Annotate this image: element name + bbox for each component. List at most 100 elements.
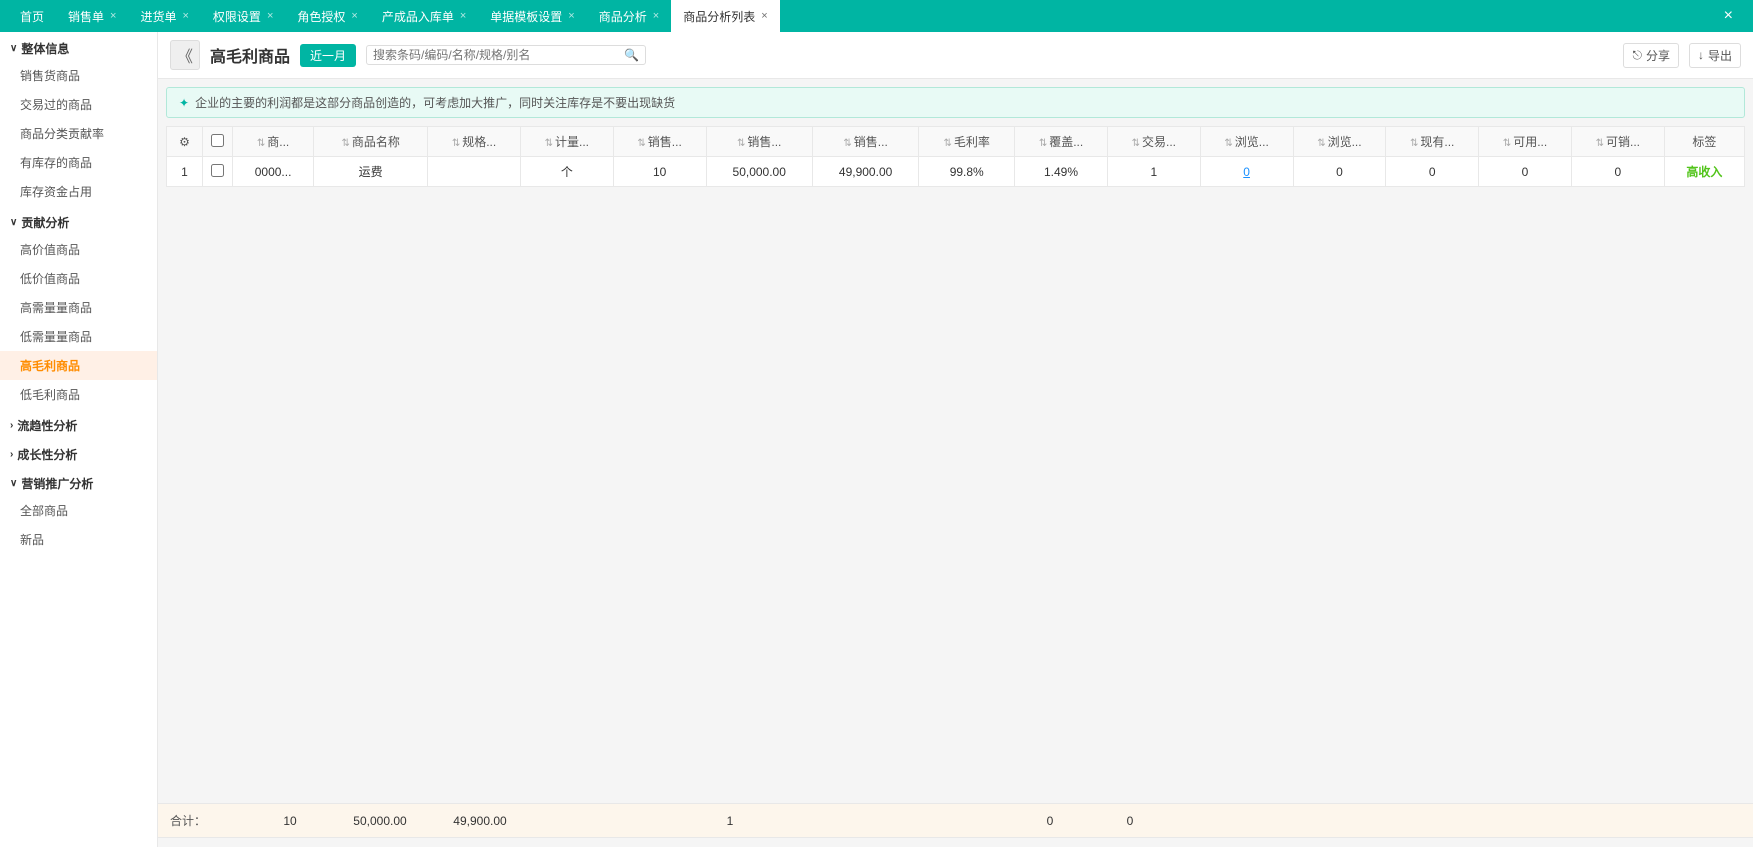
header-actions: ⎋ 分享 ↓ 导出 (1623, 43, 1741, 68)
search-icon[interactable]: 🔍 (624, 48, 639, 62)
sidebar-item-stocked-goods[interactable]: 有库存的商品 (0, 148, 157, 177)
footer-spacer1 (530, 814, 610, 828)
col-browse1[interactable]: ⇅浏览... (1200, 127, 1293, 157)
sidebar-group-marketing-analysis[interactable]: ∨ 营销推广分析 (0, 467, 157, 496)
cell-coverage: 1.49% (1015, 157, 1108, 187)
sidebar-item-high-demand[interactable]: 高需量量商品 (0, 293, 157, 322)
sidebar-item-low-value[interactable]: 低价值商品 (0, 264, 157, 293)
cell-browse1[interactable]: 0 (1200, 157, 1293, 187)
col-current[interactable]: ⇅现有... (1386, 127, 1479, 157)
col-unit[interactable]: ⇅计量... (520, 127, 613, 157)
col-sales-amount[interactable]: ⇅销售... (706, 127, 812, 157)
row-checkbox[interactable] (211, 164, 224, 177)
col-coverage[interactable]: ⇅覆盖... (1015, 127, 1108, 157)
sidebar-group-growth-analysis[interactable]: › 成长性分析 (0, 438, 157, 467)
close-product-import-icon[interactable]: × (460, 10, 466, 22)
search-input[interactable] (373, 48, 624, 62)
arrow-flow-icon: › (10, 420, 13, 431)
cell-name: 运费 (314, 157, 428, 187)
cell-sales-qty: 10 (613, 157, 706, 187)
date-filter-button[interactable]: 近一月 (300, 44, 356, 67)
nav-role-permission[interactable]: 角色授权 × (285, 0, 369, 32)
cell-sales-amount: 50,000.00 (706, 157, 812, 187)
col-checkbox[interactable] (203, 127, 233, 157)
nav-home[interactable]: 首页 (8, 0, 56, 32)
cell-transaction: 1 (1107, 157, 1200, 187)
col-saleable[interactable]: ⇅可销... (1571, 127, 1664, 157)
cell-index: 1 (167, 157, 203, 187)
col-gross-rate[interactable]: ⇅毛利率 (919, 127, 1015, 157)
arrow-growth-icon: › (10, 449, 13, 460)
footer-saleable: 0 (1090, 814, 1170, 828)
sidebar-item-stock-capital[interactable]: 库存资金占用 (0, 177, 157, 206)
sidebar-item-new-goods[interactable]: 新品 (0, 525, 157, 554)
share-icon: ⎋ (1632, 48, 1642, 63)
share-button[interactable]: ⎋ 分享 (1623, 43, 1679, 68)
footer-spacer2 (610, 814, 690, 828)
nav-product-analysis-list[interactable]: 商品分析列表 × (671, 0, 779, 32)
col-settings[interactable]: ⚙ (167, 127, 203, 157)
cell-checkbox[interactable] (203, 157, 233, 187)
sidebar-item-high-margin[interactable]: 高毛利商品 (0, 351, 157, 380)
window-close-button[interactable]: × (1712, 7, 1745, 25)
close-analysis-icon[interactable]: × (653, 10, 659, 22)
col-browse2[interactable]: ⇅浏览... (1293, 127, 1386, 157)
col-sales-qty[interactable]: ⇅销售... (613, 127, 706, 157)
close-sales-order-icon[interactable]: × (110, 10, 116, 22)
cell-saleable: 0 (1571, 157, 1664, 187)
arrow-marketing-icon: ∨ (10, 478, 17, 489)
close-role-icon[interactable]: × (351, 10, 357, 22)
export-button[interactable]: ↓ 导出 (1689, 43, 1741, 68)
footer-sales-cost: 49,900.00 (430, 814, 530, 828)
col-name[interactable]: ⇅商品名称 (314, 127, 428, 157)
table-row: 1 0000... 运费 个 10 50,000.00 49,900.00 99… (167, 157, 1745, 187)
nav-permission-settings[interactable]: 权限设置 × (201, 0, 285, 32)
sidebar-item-goods-contribution[interactable]: 商品分类贡献率 (0, 119, 157, 148)
top-nav: 首页 销售单 × 进货单 × 权限设置 × 角色授权 × 产成品入库单 × 单据… (0, 0, 1753, 32)
col-code[interactable]: ⇅商... (233, 127, 314, 157)
sidebar-item-traded-goods[interactable]: 交易过的商品 (0, 90, 157, 119)
sidebar-item-sales-goods[interactable]: 销售货商品 (0, 61, 157, 90)
close-template-icon[interactable]: × (568, 10, 574, 22)
page-title: 高毛利商品 (210, 43, 290, 67)
sidebar-item-high-value[interactable]: 高价值商品 (0, 235, 157, 264)
sidebar-item-low-margin[interactable]: 低毛利商品 (0, 380, 157, 409)
cell-browse2: 0 (1293, 157, 1386, 187)
col-spec[interactable]: ⇅规格... (428, 127, 521, 157)
arrow-treasure-icon: ∨ (10, 217, 17, 228)
sidebar-group-overall-info[interactable]: ∨ 整体信息 (0, 32, 157, 61)
data-table: ⚙ ⇅商... ⇅商品名称 ⇅规格... (166, 126, 1745, 187)
content-area: 《 高毛利商品 近一月 🔍 ⎋ 分享 ↓ 导出 ✦ 企业的主要的利润都是这部 (158, 32, 1753, 847)
browse1-link[interactable]: 0 (1243, 165, 1250, 179)
sidebar-item-all-goods[interactable]: 全部商品 (0, 496, 157, 525)
footer-total-label: 合计： (170, 812, 230, 829)
nav-product-import[interactable]: 产成品入库单 × (370, 0, 478, 32)
sidebar-collapse-button[interactable]: 《 (170, 40, 200, 70)
export-icon: ↓ (1698, 48, 1704, 62)
cell-unit: 个 (520, 157, 613, 187)
footer-sales-qty: 10 (250, 814, 330, 828)
sidebar-item-low-demand[interactable]: 低需量量商品 (0, 322, 157, 351)
nav-product-analysis[interactable]: 商品分析 × (587, 0, 671, 32)
horizontal-scrollbar[interactable] (158, 837, 1753, 847)
footer-cells: 10 50,000.00 49,900.00 1 0 0 (250, 814, 1741, 828)
select-all-checkbox[interactable] (211, 134, 224, 147)
col-available[interactable]: ⇅可用... (1479, 127, 1572, 157)
nav-purchase-order[interactable]: 进货单 × (128, 0, 200, 32)
close-analysis-list-icon[interactable]: × (761, 10, 767, 22)
sidebar-group-treasure-analysis[interactable]: ∨ 贡献分析 (0, 206, 157, 235)
nav-sales-order[interactable]: 销售单 × (56, 0, 128, 32)
close-purchase-order-icon[interactable]: × (182, 10, 188, 22)
settings-icon: ⚙ (179, 135, 190, 149)
col-tag[interactable]: 标签 (1664, 127, 1744, 157)
table-header-row: ⚙ ⇅商... ⇅商品名称 ⇅规格... (167, 127, 1745, 157)
col-sales-cost[interactable]: ⇅销售... (812, 127, 918, 157)
sidebar-group-flow-analysis[interactable]: › 流趋性分析 (0, 409, 157, 438)
tag-high-income-label: 高收入 (1686, 165, 1722, 179)
sidebar: ∨ 整体信息 销售货商品 交易过的商品 商品分类贡献率 有库存的商品 库存资金占… (0, 32, 158, 847)
footer-spacer5 (930, 814, 1010, 828)
col-transaction[interactable]: ⇅交易... (1107, 127, 1200, 157)
close-permission-icon[interactable]: × (267, 10, 273, 22)
footer-spacer4 (850, 814, 930, 828)
nav-template-settings[interactable]: 单据模板设置 × (478, 0, 586, 32)
